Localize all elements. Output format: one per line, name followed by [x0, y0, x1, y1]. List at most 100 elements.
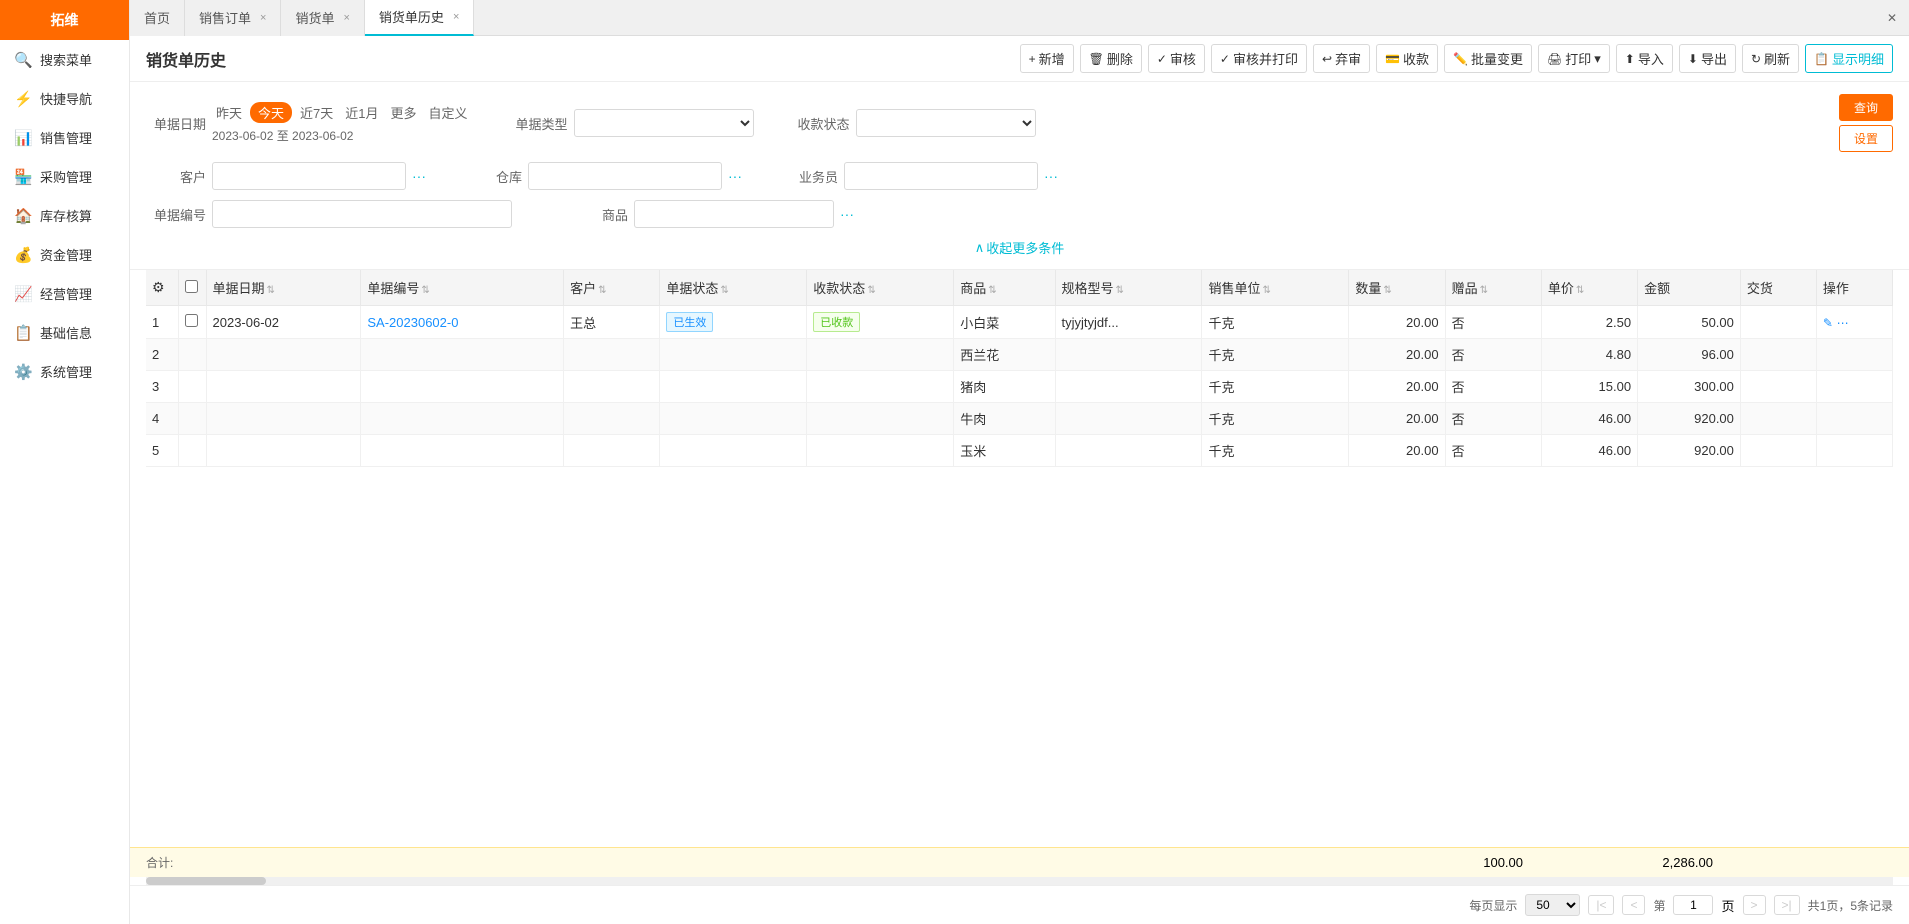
sidebar-item-search-menu[interactable]: 🔍 搜索菜单	[0, 40, 129, 79]
date-btn-7days[interactable]: 近7天	[296, 102, 337, 123]
show-detail-button[interactable]: 📋 显示明细	[1805, 44, 1893, 73]
th-doc-status[interactable]: 单据状态⇅	[660, 270, 807, 306]
warehouse-picker-btn[interactable]: ···	[728, 168, 742, 184]
th-customer[interactable]: 客户⇅	[564, 270, 660, 306]
table-cell: 否	[1445, 306, 1541, 339]
table-cell: 王总	[564, 306, 660, 339]
sidebar-item-inventory-calc[interactable]: 🏠 库存核算	[0, 196, 129, 235]
edit-ops-btn[interactable]: ✎	[1823, 316, 1833, 330]
delete-button[interactable]: 🗑 删除	[1080, 44, 1142, 73]
th-gift[interactable]: 赠品⇅	[1445, 270, 1541, 306]
customer-label: 客户	[146, 167, 206, 186]
salesperson-picker-btn[interactable]: ···	[1044, 168, 1058, 184]
table-cell: 千克	[1202, 306, 1349, 339]
date-btn-more[interactable]: 更多	[387, 102, 421, 123]
customer-picker-btn[interactable]: ···	[412, 168, 426, 184]
table-cell	[361, 435, 564, 467]
filter-goods: 商品 ···	[568, 200, 854, 228]
table-cell	[361, 403, 564, 435]
doc-no-link[interactable]: SA-20230602-0	[367, 315, 458, 330]
collapse-filter-btn[interactable]: ∧ 收起更多条件	[975, 238, 1065, 257]
th-amount: 金额	[1638, 270, 1741, 306]
tab-sales-goods[interactable]: 销货单 ×	[281, 0, 364, 36]
th-spec[interactable]: 规格型号⇅	[1055, 270, 1202, 306]
tab-sales-order[interactable]: 销售订单 ×	[185, 0, 281, 36]
next-page-btn[interactable]: >	[1743, 895, 1766, 915]
footer-total-amount: 2,286.00	[1583, 855, 1733, 870]
sidebar-item-finance-mgmt[interactable]: 💰 资金管理	[0, 235, 129, 274]
query-button[interactable]: 查询	[1839, 94, 1893, 121]
audit-button[interactable]: ✓ 审核	[1148, 44, 1205, 73]
pagination: 每页显示 50 100 |< < 第 页 > >| 共1页，5条记录	[130, 885, 1909, 924]
prev-page-btn[interactable]: <	[1622, 895, 1645, 915]
doc-no-label: 单据编号	[146, 205, 206, 224]
table-cell: 玉米	[954, 435, 1055, 467]
collect-button[interactable]: 💳 收款	[1376, 44, 1438, 73]
goods-picker-btn[interactable]: ···	[840, 206, 854, 222]
select-all-checkbox[interactable]	[185, 280, 198, 293]
data-table: ⚙ 单据日期⇅ 单据编号⇅ 客户⇅ 单据状态⇅ 收款状态⇅ 商品⇅ 规格型号⇅ …	[146, 270, 1893, 467]
sidebar-item-sales-mgmt[interactable]: 📊 销售管理	[0, 118, 129, 157]
import-button[interactable]: ⬆ 导入	[1616, 44, 1673, 73]
table-cell: 否	[1445, 435, 1541, 467]
date-btn-1month[interactable]: 近1月	[341, 102, 382, 123]
settings-button[interactable]: 设置	[1839, 125, 1893, 152]
tab-home[interactable]: 首页	[130, 0, 185, 36]
scrollbar-thumb[interactable]	[146, 877, 266, 885]
close-sales-order-tab[interactable]: ×	[260, 12, 266, 24]
customer-input[interactable]	[212, 162, 406, 190]
table-cell	[1740, 371, 1816, 403]
th-payment-status[interactable]: 收款状态⇅	[807, 270, 954, 306]
table-cell: 千克	[1202, 371, 1349, 403]
th-unit[interactable]: 销售单位⇅	[1202, 270, 1349, 306]
th-doc-no[interactable]: 单据编号⇅	[361, 270, 564, 306]
table-cell	[1055, 339, 1202, 371]
table-cell: 15.00	[1541, 371, 1637, 403]
payment-status-select[interactable]	[856, 109, 1036, 137]
page-title: 销货单历史	[146, 47, 226, 71]
refresh-button[interactable]: ↻ 刷新	[1742, 44, 1799, 73]
close-sales-history-tab[interactable]: ×	[453, 11, 459, 23]
sidebar-item-quick-nav[interactable]: ⚡ 快捷导航	[0, 79, 129, 118]
sidebar-item-ops-mgmt[interactable]: 📈 经营管理	[0, 274, 129, 313]
audit-print-button[interactable]: ✓ 审核并打印	[1211, 44, 1307, 73]
date-btn-custom[interactable]: 自定义	[425, 102, 472, 123]
th-goods[interactable]: 商品⇅	[954, 270, 1055, 306]
more-ops-btn[interactable]: ⋯	[1837, 316, 1849, 330]
abandon-button[interactable]: ↩ 弃审	[1313, 44, 1370, 73]
last-page-btn[interactable]: >|	[1774, 895, 1800, 915]
sidebar-item-sys-mgmt[interactable]: ⚙️ 系统管理	[0, 352, 129, 391]
export-button[interactable]: ⬇ 导出	[1679, 44, 1736, 73]
horizontal-scrollbar[interactable]	[146, 877, 1893, 885]
warehouse-input[interactable]	[528, 162, 722, 190]
date-btn-yesterday[interactable]: 昨天	[212, 102, 246, 123]
doc-type-select[interactable]	[574, 109, 754, 137]
page-number-input[interactable]	[1673, 895, 1713, 915]
goods-input[interactable]	[634, 200, 834, 228]
doc-no-input[interactable]	[212, 200, 512, 228]
tab-sales-history[interactable]: 销货单历史 ×	[365, 0, 474, 36]
table-cell: 否	[1445, 371, 1541, 403]
footer-values: 100.00 2,286.00	[173, 855, 1893, 870]
salesperson-input[interactable]	[844, 162, 1038, 190]
th-doc-date[interactable]: 单据日期⇅	[206, 270, 361, 306]
close-all-tabs[interactable]: ✕	[1875, 11, 1909, 25]
payment-status-label: 收款状态	[790, 114, 850, 133]
table-cell	[1055, 435, 1202, 467]
th-gear[interactable]: ⚙	[146, 270, 178, 306]
sidebar-item-purchase-mgmt[interactable]: 🏪 采购管理	[0, 157, 129, 196]
first-page-btn[interactable]: |<	[1588, 895, 1614, 915]
per-page-select[interactable]: 50 100	[1525, 894, 1580, 916]
add-button[interactable]: + 新增	[1020, 44, 1074, 73]
batch-change-button[interactable]: ✏️ 批量变更	[1444, 44, 1532, 73]
row-checkbox[interactable]	[185, 314, 198, 327]
close-sales-goods-tab[interactable]: ×	[343, 12, 349, 24]
th-qty[interactable]: 数量⇅	[1349, 270, 1445, 306]
th-price[interactable]: 单价⇅	[1541, 270, 1637, 306]
table-cell: 20.00	[1349, 403, 1445, 435]
print-icon: 🖨	[1547, 52, 1562, 66]
status-badge: 已生效	[666, 312, 713, 332]
print-button[interactable]: 🖨 打印 ▾	[1538, 44, 1610, 73]
date-btn-today[interactable]: 今天	[250, 102, 292, 123]
sidebar-item-basic-info[interactable]: 📋 基础信息	[0, 313, 129, 352]
